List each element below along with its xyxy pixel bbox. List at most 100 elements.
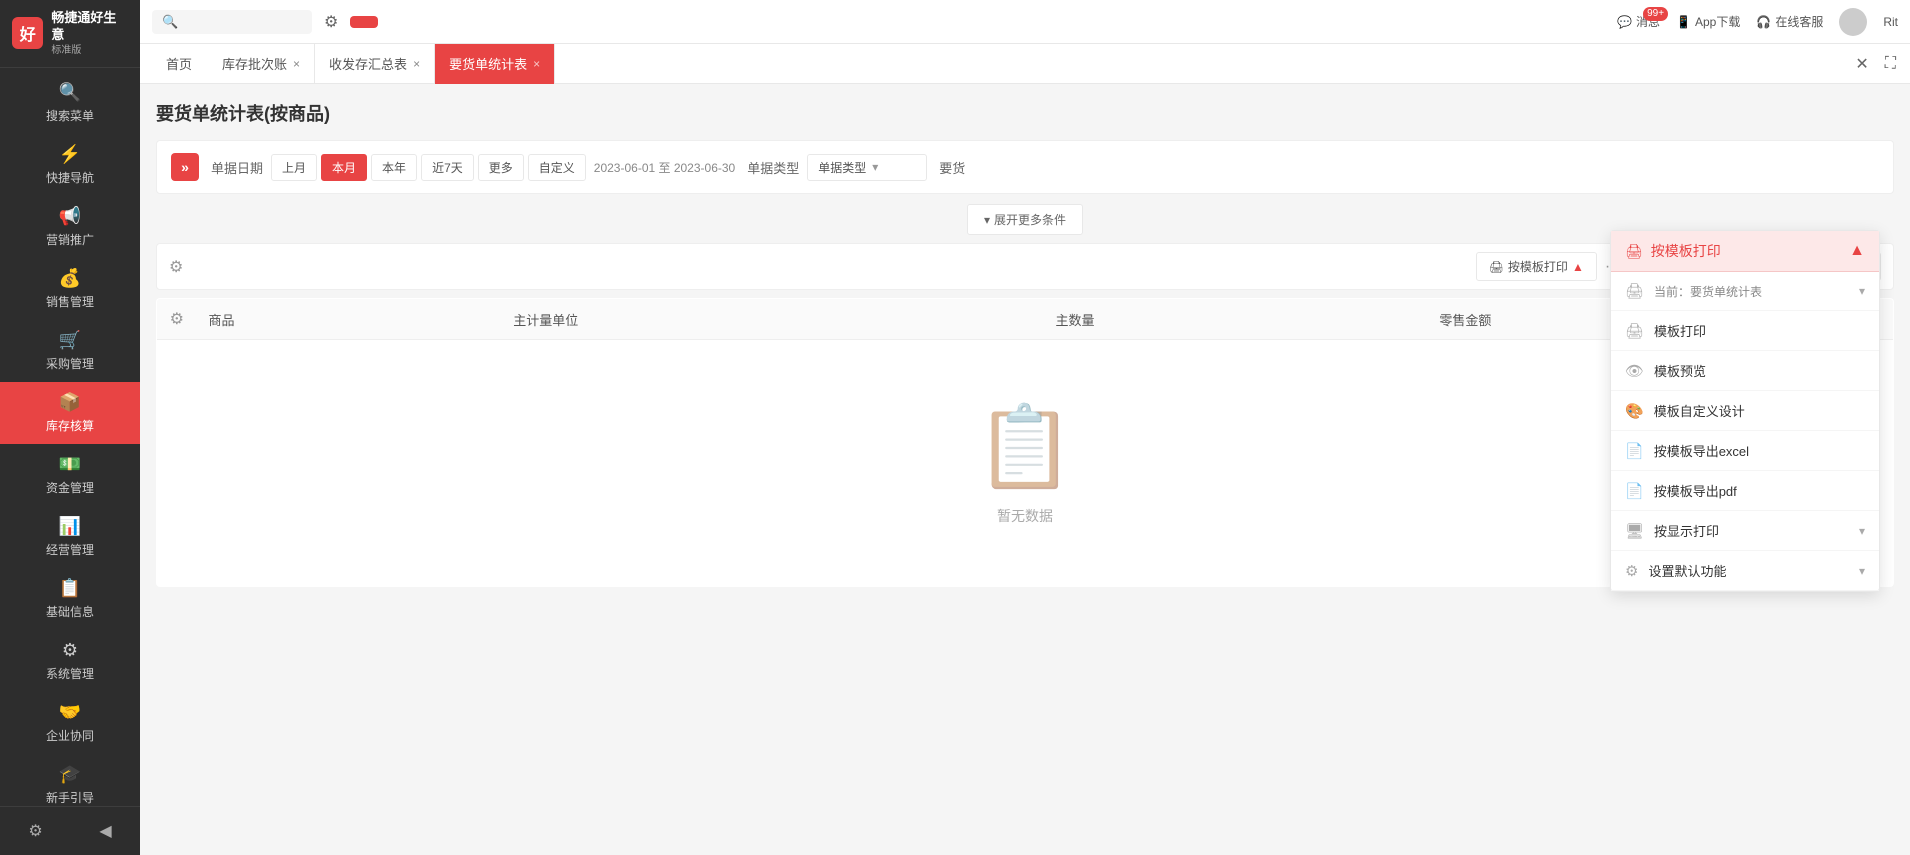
col-header-0: ⚙ — [157, 299, 197, 340]
sidebar-item-label: 搜索菜单 — [46, 107, 94, 124]
date-btn-本月[interactable]: 本月 — [321, 154, 367, 181]
toolbar-left: ⚙ — [169, 257, 183, 277]
table-gear-icon[interactable]: ⚙ — [169, 257, 183, 277]
template-export-excel-icon: 📄 — [1625, 442, 1644, 460]
sidebar-item-operations[interactable]: 📊 经营管理 — [0, 506, 140, 568]
tabbar-close-btn[interactable]: ✕ — [1851, 52, 1872, 76]
template-export-pdf-label: 按模板导出pdf — [1654, 481, 1865, 500]
current-item-text: 当前：要货单统计表 — [1654, 283, 1849, 300]
sidebar-item-marketing[interactable]: 📢 营销推广 — [0, 196, 140, 258]
set-default-icon: ⚙ — [1625, 562, 1638, 580]
template-preview-label: 模板预览 — [1654, 361, 1865, 380]
filter-bar: » 单据日期 上月本月本年近7天更多自定义 2023-06-01 至 2023-… — [156, 140, 1894, 194]
tab-close-order-stats[interactable]: × — [533, 57, 540, 71]
sidebar-footer: ⚙ ◀ — [0, 806, 140, 855]
sidebar-item-purchase[interactable]: 🛒 采购管理 — [0, 320, 140, 382]
purchase-icon: 🛒 — [59, 330, 81, 351]
sidebar-item-search[interactable]: 🔍 搜索菜单 — [0, 72, 140, 134]
sidebar: 好 畅捷通好生意 标准版 🔍 搜索菜单 ⚡ 快捷导航 📢 营销推广 💰 销售管理… — [0, 0, 140, 855]
sidebar-item-inventory[interactable]: 📦 库存核算 — [0, 382, 140, 444]
topbar-gear-icon[interactable]: ⚙ — [320, 8, 342, 36]
sidebar-item-sales[interactable]: 💰 销售管理 — [0, 258, 140, 320]
app-download-button[interactable]: 📱 App下载 — [1676, 13, 1740, 30]
basics-icon: 📋 — [59, 578, 81, 599]
print-item-display-print[interactable]: 🖥 按显示打印 ▾ — [1611, 511, 1879, 551]
tab-order-stats[interactable]: 要货单统计表 × — [435, 44, 555, 84]
table-settings-icon[interactable]: ⚙ — [170, 311, 184, 328]
print-item-template-print[interactable]: 🖨 模板打印 — [1611, 311, 1879, 351]
sidebar-item-basics[interactable]: 📋 基础信息 — [0, 568, 140, 630]
goods-filter-label: 要货 — [939, 158, 965, 177]
sidebar-item-beginner[interactable]: 🎓 新手引导 — [0, 754, 140, 806]
sidebar-item-system[interactable]: ⚙ 系统管理 — [0, 630, 140, 692]
finance-icon: 💵 — [59, 454, 81, 475]
print-dropdown-close-arrow[interactable]: ▲ — [1849, 242, 1865, 260]
print-item-template-preview[interactable]: 👁 模板预览 — [1611, 351, 1879, 391]
sidebar-item-finance[interactable]: 💵 资金管理 — [0, 444, 140, 506]
print-dropdown: 🖨 按模板打印 ▲ 🖨 当前：要货单统计表 ▾ 🖨 模板打印 👁 模板预览 🎨 … — [1610, 230, 1880, 592]
expand-more-button[interactable]: ▾ 展开更多条件 — [967, 204, 1083, 235]
tab-inventory-batch[interactable]: 库存批次账× — [208, 44, 315, 84]
tab-home[interactable]: 首页 — [150, 54, 208, 73]
message-button[interactable]: 💬 消息 99+ — [1617, 13, 1660, 30]
filter-expand-button[interactable]: » — [171, 153, 199, 181]
print-dropdown-icon: 🖨 — [1625, 243, 1643, 260]
sidebar-item-enterprise[interactable]: 🤝 企业协同 — [0, 692, 140, 754]
settings-footer-btn[interactable]: ⚙ — [20, 817, 50, 845]
print-item-template-design[interactable]: 🎨 模板自定义设计 — [1611, 391, 1879, 431]
trial-button[interactable] — [350, 16, 378, 28]
type-select[interactable]: 单据类型 ▾ — [807, 154, 927, 181]
online-service-button[interactable]: 🎧 在线客服 — [1756, 13, 1823, 30]
topbar-right: 💬 消息 99+ 📱 App下载 🎧 在线客服 Rit — [1617, 8, 1898, 36]
collapse-footer-btn[interactable]: ◀ — [91, 817, 119, 845]
expand-label: 展开更多条件 — [994, 211, 1066, 228]
sidebar-nav: 🔍 搜索菜单 ⚡ 快捷导航 📢 营销推广 💰 销售管理 🛒 采购管理 📦 库存核… — [0, 68, 140, 806]
date-range-text: 2023-06-01 至 2023-06-30 — [594, 159, 735, 176]
tab-label: 要货单统计表 — [449, 54, 527, 73]
print-item-set-default[interactable]: ⚙ 设置默认功能 ▾ — [1611, 551, 1879, 591]
topbar-search-box[interactable]: 🔍 — [152, 10, 312, 34]
enterprise-icon: 🤝 — [59, 702, 81, 723]
current-item-icon: 🖨 — [1625, 282, 1644, 300]
tabbar: 首页库存批次账×收发存汇总表× 要货单统计表 × ✕ ⛶ — [140, 44, 1910, 84]
date-btn-更多[interactable]: 更多 — [478, 154, 524, 181]
type-select-value: 单据类型 — [818, 159, 866, 176]
print-current-item[interactable]: 🖨 当前：要货单统计表 ▾ — [1611, 272, 1879, 311]
date-btn-上月[interactable]: 上月 — [271, 154, 317, 181]
inventory-icon: 📦 — [59, 392, 81, 413]
search-icon: 🔍 — [59, 82, 81, 103]
display-print-icon: 🖥 — [1625, 522, 1644, 540]
user-avatar[interactable] — [1839, 8, 1867, 36]
sidebar-item-quick-nav[interactable]: ⚡ 快捷导航 — [0, 134, 140, 196]
col-header-2: 主计量单位 — [501, 299, 1043, 340]
expand-icon: ▾ — [984, 213, 990, 227]
sidebar-item-label: 基础信息 — [46, 603, 94, 620]
tab-receivable-summary[interactable]: 收发存汇总表× — [315, 44, 435, 84]
goods-filter-group: 要货 — [939, 158, 965, 177]
type-filter-group: 单据类型 单据类型 ▾ — [747, 154, 927, 181]
date-btn-近7天[interactable]: 近7天 — [421, 154, 474, 181]
type-filter-label: 单据类型 — [747, 158, 799, 177]
current-item-arrow: ▾ — [1859, 284, 1865, 298]
display-print-label: 按显示打印 — [1654, 521, 1849, 540]
set-default-arrow: ▾ — [1859, 564, 1865, 578]
template-print-icon: 🖨 — [1625, 322, 1644, 340]
print-item-template-export-pdf[interactable]: 📄 按模板导出pdf — [1611, 471, 1879, 511]
empty-icon: 📋 — [975, 400, 1075, 494]
tab-close-inventory-batch[interactable]: × — [293, 57, 300, 71]
tabbar-expand-btn[interactable]: ⛶ — [1881, 53, 1900, 75]
date-btn-自定义[interactable]: 自定义 — [528, 154, 586, 181]
service-icon: 🎧 — [1756, 15, 1771, 29]
template-preview-icon: 👁 — [1625, 362, 1644, 380]
date-filter-group: 单据日期 上月本月本年近7天更多自定义 2023-06-01 至 2023-06… — [211, 154, 735, 181]
print-item-template-export-excel[interactable]: 📄 按模板导出excel — [1611, 431, 1879, 471]
date-btn-本年[interactable]: 本年 — [371, 154, 417, 181]
print-button[interactable]: 🖨 按模板打印 ▲ — [1476, 252, 1597, 281]
sales-icon: 💰 — [59, 268, 81, 289]
search-input[interactable] — [184, 15, 302, 29]
username-label: Rit — [1883, 15, 1898, 29]
search-icon: 🔍 — [162, 14, 178, 30]
template-design-label: 模板自定义设计 — [1654, 401, 1865, 420]
tab-close-receivable-summary[interactable]: × — [413, 57, 420, 71]
print-dropdown-title-text: 按模板打印 — [1651, 241, 1721, 261]
